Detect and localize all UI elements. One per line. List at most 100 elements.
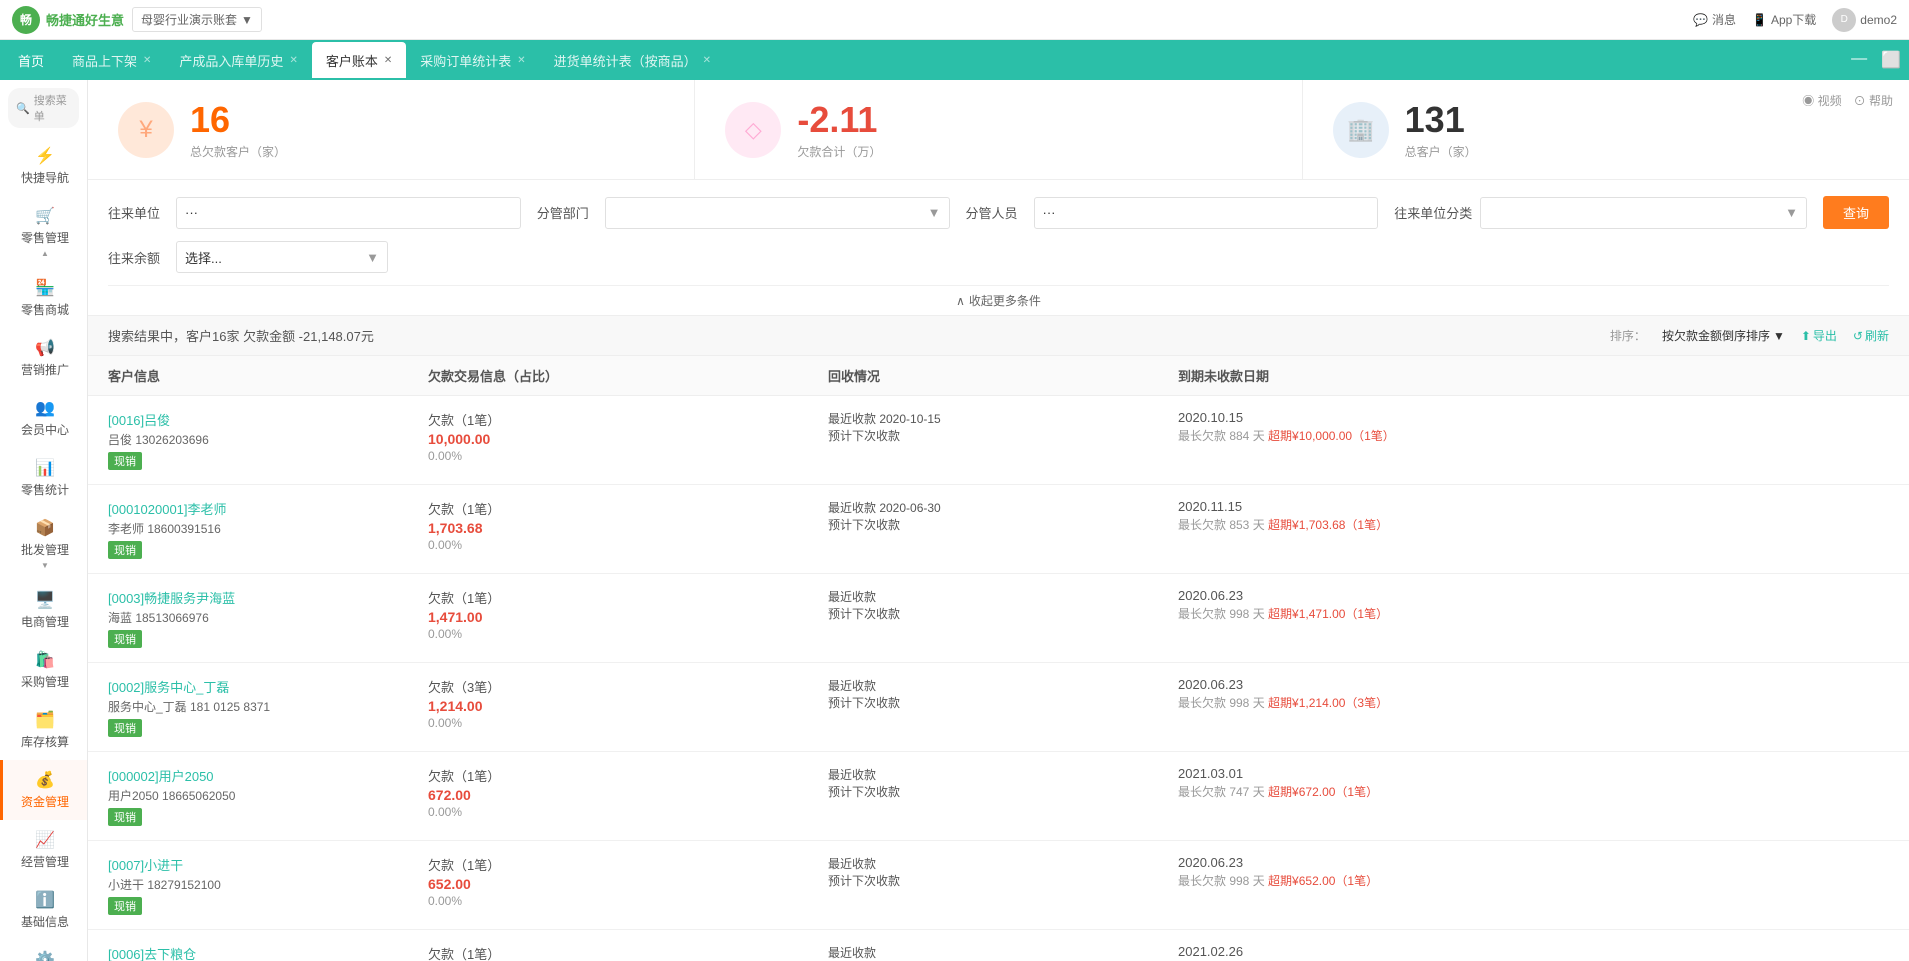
message-btn[interactable]: 💬 消息 — [1693, 11, 1736, 28]
debt-percent-2: 0.00% — [428, 627, 828, 641]
top-bar-left: 畅 畅捷通好生意 母婴行业演示账套 ▼ — [12, 6, 262, 34]
overdue-link-4[interactable]: 超期¥672.00（1笔） — [1268, 785, 1378, 799]
tab-home[interactable]: 首页 — [4, 42, 58, 78]
recovery-cell: 最近收款 预计下次收款 — [828, 677, 1178, 711]
overdue-link-0[interactable]: 超期¥10,000.00（1笔） — [1268, 429, 1395, 443]
debt-count-5: 欠款（1笔） — [428, 855, 828, 874]
maximize-icon[interactable]: ⬜ — [1877, 46, 1905, 74]
sidebar-item-basic-info[interactable]: ℹ️ 基础信息 — [0, 880, 87, 940]
customer-name-1[interactable]: [0001020001]李老师 — [108, 499, 428, 518]
sort-select[interactable]: 按欠款金额倒序排序 ▼ — [1662, 327, 1785, 344]
tab-purchase[interactable]: 采购订单统计表 ✕ — [406, 42, 539, 78]
customer-name-6[interactable]: [0006]去下粮仓 — [108, 944, 428, 961]
home-tab-label: 首页 — [18, 51, 44, 70]
company-selector[interactable]: 母婴行业演示账套 ▼ — [132, 7, 262, 32]
sidebar-item-basic-info-label: 基础信息 — [21, 913, 69, 930]
overdue-link-2[interactable]: 超期¥1,471.00（1笔） — [1268, 607, 1388, 621]
tab-production[interactable]: 产成品入库单历史 ✕ — [165, 42, 311, 78]
manager-label: 分管人员 — [966, 203, 1026, 222]
retail-mall-icon: 🏪 — [35, 278, 55, 298]
overdue-link-3[interactable]: 超期¥1,214.00（3笔） — [1268, 696, 1388, 710]
help-icon[interactable]: ⊙ 帮助 — [1854, 92, 1893, 109]
collapse-label: 收起更多条件 — [969, 292, 1041, 309]
debt-amount-1[interactable]: 1,703.68 — [428, 520, 828, 536]
main-body: 🔍 搜索菜单 ⚡ 快捷导航 🛒 零售管理 ▲ 🏪 零售商城 📢 营销推广 — [0, 80, 1909, 961]
max-days-1: 最长欠款 853 天 — [1178, 518, 1265, 532]
inventory-icon: 🗂️ — [35, 710, 55, 730]
sidebar-item-marketing[interactable]: 📢 营销推广 — [0, 328, 87, 388]
overdue-link-1[interactable]: 超期¥1,703.68（1笔） — [1268, 518, 1388, 532]
next-collect-1: 预计下次收款 — [828, 516, 1178, 533]
filter-dept: 分管部门 ▼ — [537, 197, 950, 229]
next-collect-5: 预计下次收款 — [828, 872, 1178, 889]
sidebar-item-member[interactable]: 👥 会员中心 — [0, 388, 87, 448]
debt-amount-3[interactable]: 1,214.00 — [428, 698, 828, 714]
sidebar-item-finance-label: 资金管理 — [21, 793, 69, 810]
sidebar-item-operations[interactable]: 📈 经营管理 — [0, 820, 87, 880]
sidebar-search-box[interactable]: 🔍 搜索菜单 — [8, 88, 79, 128]
search-placeholder: 搜索菜单 — [34, 92, 71, 124]
export-button[interactable]: ⬆ 导出 — [1801, 327, 1837, 344]
refresh-button[interactable]: ↺ 刷新 — [1853, 327, 1889, 344]
tab-customer[interactable]: 客户账本 ✕ — [312, 42, 406, 78]
tab-purchase-close-icon[interactable]: ✕ — [517, 55, 525, 66]
tab-goods[interactable]: 商品上下架 ✕ — [58, 42, 165, 78]
user-profile[interactable]: D demo2 — [1832, 8, 1897, 32]
sidebar-item-finance[interactable]: 💰 资金管理 — [0, 760, 87, 820]
customer-name-2[interactable]: [0003]畅捷服务尹海蓝 — [108, 588, 428, 607]
manager-input[interactable]: ··· — [1034, 197, 1379, 229]
debt-amount-4[interactable]: 672.00 — [428, 787, 828, 803]
app-download-btn[interactable]: 📱 App下载 — [1752, 11, 1816, 28]
balance-select[interactable]: 选择... ▼ — [176, 241, 388, 273]
sidebar-item-purchase-mgmt-label: 采购管理 — [21, 673, 69, 690]
recovery-cell: 最近收款 预计下次收款 — [828, 944, 1178, 961]
dept-select[interactable]: ▼ — [605, 197, 950, 229]
sidebar-item-retail-mgmt[interactable]: 🛒 零售管理 ▲ — [0, 196, 87, 268]
sidebar-item-ecommerce[interactable]: 🖥️ 电商管理 — [0, 580, 87, 640]
col-customer-info: 客户信息 — [108, 366, 428, 385]
sidebar-item-purchase-mgmt[interactable]: 🛍️ 采购管理 — [0, 640, 87, 700]
tab-import-close-icon[interactable]: ✕ — [703, 55, 711, 66]
debt-amount-0[interactable]: 10,000.00 — [428, 431, 828, 447]
minimize-icon[interactable]: — — [1847, 46, 1871, 74]
sidebar-item-quick-nav[interactable]: ⚡ 快捷导航 — [0, 136, 87, 196]
stat-card-3-text: 131 总客户（家） — [1405, 99, 1477, 160]
avatar: D — [1832, 8, 1856, 32]
stat-yuan-icon: ¥ — [139, 116, 152, 144]
sidebar-item-batch-mgmt[interactable]: 📦 批发管理 ▼ — [0, 508, 87, 580]
debt-count-6: 欠款（1笔） — [428, 944, 828, 961]
customer-name-3[interactable]: [0002]服务中心_丁磊 — [108, 677, 428, 696]
customer-info-cell: [0007]小进干 小进干 18279152100 现销 — [108, 855, 428, 915]
overdue-link-5[interactable]: 超期¥652.00（1笔） — [1268, 874, 1378, 888]
debt-info-cell: 欠款（1笔） 10,000.00 0.00% — [428, 410, 828, 463]
customer-name-0[interactable]: [0016]吕俊 — [108, 410, 428, 429]
overdue-info-0: 最长欠款 884 天 超期¥10,000.00（1笔） — [1178, 427, 1889, 444]
overdue-info-3: 最长欠款 998 天 超期¥1,214.00（3笔） — [1178, 694, 1889, 711]
sidebar-item-retail-stats[interactable]: 📊 零售统计 — [0, 448, 87, 508]
app-icon: 📱 — [1752, 13, 1767, 27]
tab-import[interactable]: 进货单统计表（按商品） ✕ — [540, 42, 725, 78]
search-button[interactable]: 查询 — [1823, 196, 1889, 229]
customer-name-5[interactable]: [0007]小进干 — [108, 855, 428, 874]
sidebar-item-inventory[interactable]: 🗂️ 库存核算 — [0, 700, 87, 760]
sidebar-search[interactable]: 🔍 搜索菜单 — [0, 80, 87, 136]
search-icon: 🔍 — [16, 102, 30, 115]
col-debt-info: 欠款交易信息（占比） — [428, 366, 828, 385]
tab-production-close-icon[interactable]: ✕ — [289, 55, 297, 66]
sidebar-item-system[interactable]: ⚙️ 系统管理 — [0, 940, 87, 961]
view-icon[interactable]: ◉ 视频 — [1802, 92, 1841, 109]
customer-info-cell: [000002]用户2050 用户2050 18665062050 现销 — [108, 766, 428, 826]
collapse-button[interactable]: ∧ 收起更多条件 — [108, 285, 1889, 315]
sidebar-item-retail-mall[interactable]: 🏪 零售商城 — [0, 268, 87, 328]
debt-amount-5[interactable]: 652.00 — [428, 876, 828, 892]
category-select[interactable]: ▼ — [1480, 197, 1807, 229]
stat-card-debt-total: ◇ -2.11 欠款合计（万） — [695, 80, 1302, 179]
debt-amount-2[interactable]: 1,471.00 — [428, 609, 828, 625]
stat-card-total-customers: 🏢 131 总客户（家） ◉ 视频 ⊙ 帮助 — [1303, 80, 1909, 179]
due-date-cell: 2020.10.15 最长欠款 884 天 超期¥10,000.00（1笔） — [1178, 410, 1889, 444]
customer-name-4[interactable]: [000002]用户2050 — [108, 766, 428, 785]
tab-goods-close-icon[interactable]: ✕ — [143, 55, 151, 66]
sidebar-item-batch-mgmt-label: 批发管理 — [21, 541, 69, 558]
vendor-input[interactable]: ··· — [176, 197, 521, 229]
tab-customer-close-icon[interactable]: ✕ — [384, 55, 392, 66]
